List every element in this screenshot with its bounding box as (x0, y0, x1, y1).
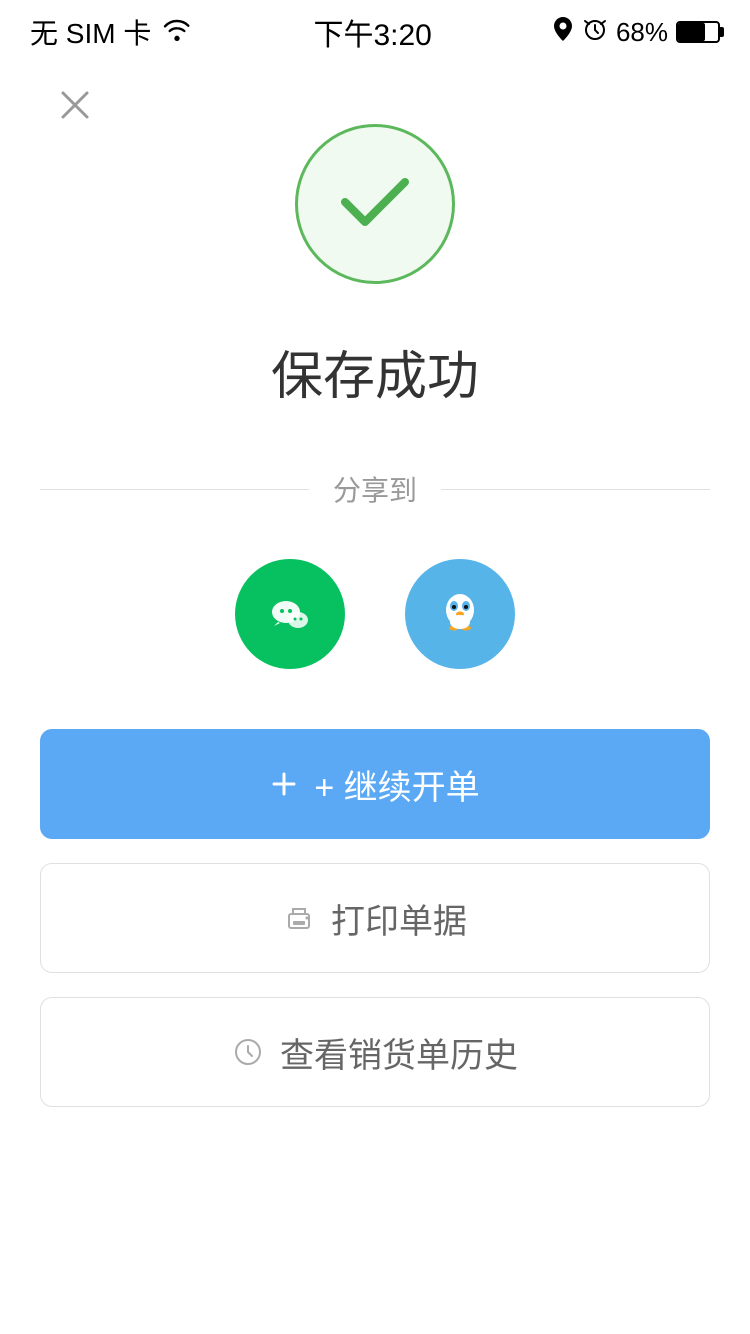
continue-button[interactable]: + 继续开单 (40, 729, 710, 839)
wechat-icon (260, 584, 320, 644)
plus-icon (270, 770, 298, 798)
print-label: 打印单据 (331, 894, 467, 943)
success-circle (295, 124, 455, 284)
main-content: 保存成功 分享到 (0, 64, 750, 1107)
wifi-icon (161, 16, 193, 48)
qq-icon (430, 584, 490, 644)
carrier-text: 无 SIM 卡 (30, 12, 151, 52)
share-section: 分享到 (0, 469, 750, 669)
success-title: 保存成功 (271, 334, 479, 409)
history-label: 查看销货单历史 (280, 1028, 518, 1077)
wechat-share-button[interactable] (235, 559, 345, 669)
share-icons (40, 559, 710, 669)
status-time: 下午3:20 (313, 10, 431, 54)
status-right-icons: 68% (552, 16, 720, 49)
status-carrier: 无 SIM 卡 (30, 12, 193, 52)
checkmark-icon (330, 157, 420, 252)
status-bar: 无 SIM 卡 下午3:20 68% (0, 0, 750, 64)
location-icon (552, 16, 574, 49)
share-divider: 分享到 (40, 469, 710, 509)
battery-percent: 68% (616, 17, 668, 48)
action-buttons: + 继续开单 打印单据 查看销货单历史 (0, 729, 750, 1107)
battery-icon (676, 21, 720, 43)
alarm-icon (582, 16, 608, 49)
history-icon (232, 1036, 264, 1068)
share-label: 分享到 (309, 469, 441, 509)
history-button[interactable]: 查看销货单历史 (40, 997, 710, 1107)
qq-share-button[interactable] (405, 559, 515, 669)
print-icon (283, 902, 315, 934)
close-button[interactable] (50, 80, 100, 130)
continue-label: + 继续开单 (314, 760, 479, 809)
print-button[interactable]: 打印单据 (40, 863, 710, 973)
